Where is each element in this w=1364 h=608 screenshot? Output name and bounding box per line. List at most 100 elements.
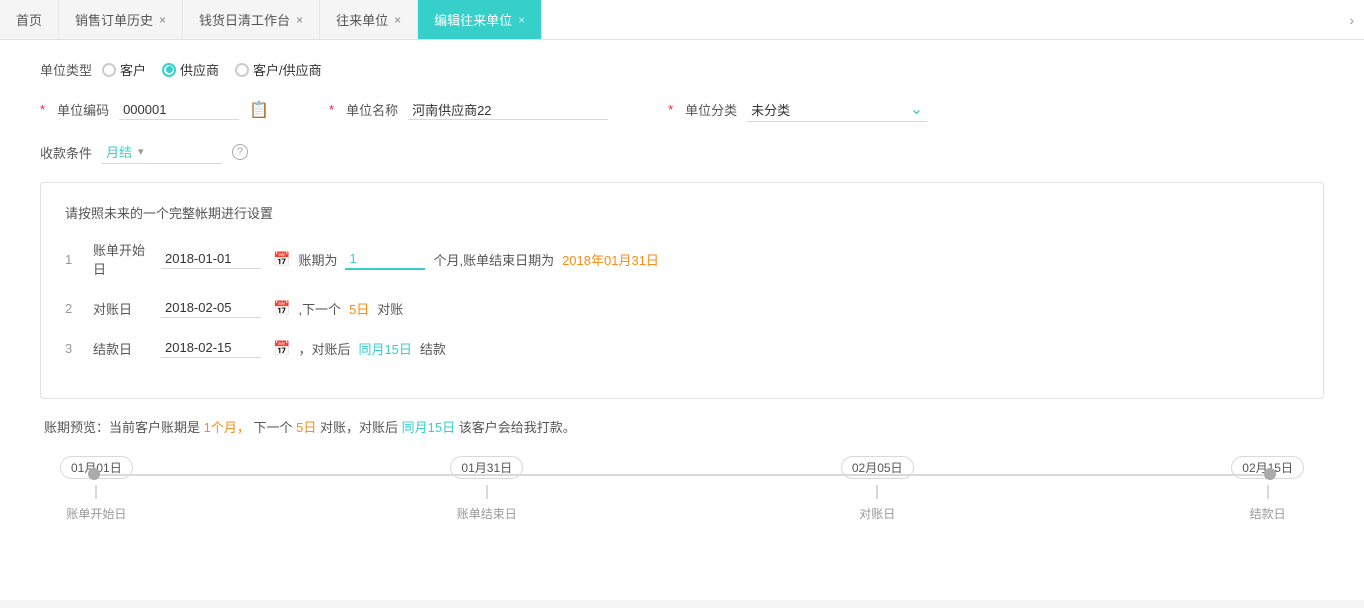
tab-sales-history-label: 销售订单历史 (75, 10, 153, 29)
period-row-2: 2 对账日 📅 ,下一个 5日 对账 (65, 298, 1299, 318)
unit-type-label: 单位类型 (40, 60, 92, 79)
tab-edit-unit-label: 编辑往来单位 (434, 10, 512, 29)
period-row-3-highlight: 同月15日 (358, 339, 411, 358)
timeline-points: 01月01日 账单开始日 01月31日 账单结束日 02月05日 对账日 02月… (60, 456, 1304, 522)
tab-chevron[interactable]: › (1339, 0, 1364, 39)
payment-condition-help-icon[interactable]: ? (232, 144, 248, 160)
payment-condition-row: 收款条件 月结 ▾ ? (40, 140, 1324, 164)
name-required: * (329, 102, 334, 117)
main-content: 单位类型 客户 供应商 客户/供应商 * 单位编码 📋 * (0, 40, 1364, 600)
tab-unit[interactable]: 往来单位 × (320, 0, 418, 39)
unit-code-doc-icon[interactable]: 📋 (249, 100, 269, 120)
preview-part2-suffix: 对账，对账后 (320, 420, 398, 435)
radio-both-circle (235, 63, 249, 77)
period-row-2-highlight: 5日 (349, 299, 369, 318)
tab-cash-work[interactable]: 钱货日清工作台 × (183, 0, 320, 39)
preview-part2-prefix: 下一个 (254, 420, 293, 435)
period-row-2-num: 2 (65, 301, 85, 316)
timeline-point-3: 02月15日 结款日 (1231, 456, 1304, 522)
tab-edit-unit-close[interactable]: × (518, 13, 525, 27)
unit-code-label: 单位编码 (57, 100, 109, 119)
period-row-3-label: 结款日 (93, 339, 153, 358)
timeline-left-end (88, 468, 100, 480)
timeline-container: 01月01日 账单开始日 01月31日 账单结束日 02月05日 对账日 02月… (40, 456, 1324, 522)
timeline-label-3: 结款日 (1250, 505, 1286, 522)
unit-category-value: 未分类 (751, 100, 906, 119)
period-row-3-date-input[interactable] (161, 338, 261, 358)
period-row-3-prefix: ，对账后 (298, 339, 350, 358)
radio-supplier-circle (162, 63, 176, 77)
radio-customer[interactable]: 客户 (102, 60, 146, 79)
preview-part3-highlight: 同月15日 (402, 420, 455, 435)
period-setting-box: 请按照未来的一个完整帐期进行设置 1 账单开始日 📅 账期为 个月,账单结束日期… (40, 182, 1324, 399)
radio-customer-label: 客户 (120, 60, 146, 79)
period-row-2-suffix: 对账 (377, 299, 403, 318)
tab-sales-history-close[interactable]: × (159, 13, 166, 27)
timeline-point-1: 01月31日 账单结束日 (450, 456, 523, 522)
payment-condition-arrow-icon: ▾ (138, 145, 144, 158)
timeline-right-end (1264, 468, 1276, 480)
unit-type-radio-group: 客户 供应商 客户/供应商 (102, 60, 322, 79)
preview-label: 账期预览：当前客户账期是 (44, 420, 200, 435)
period-row-2-label: 对账日 (93, 299, 153, 318)
tab-bar: 首页 销售订单历史 × 钱货日清工作台 × 往来单位 × 编辑往来单位 × › (0, 0, 1364, 40)
period-row-3-cal-icon[interactable]: 📅 (273, 340, 290, 357)
unit-category-label: 单位分类 (685, 100, 737, 119)
tab-homepage[interactable]: 首页 (0, 0, 59, 39)
radio-both-label: 客户/供应商 (253, 60, 322, 79)
radio-both[interactable]: 客户/供应商 (235, 60, 322, 79)
period-row-1-label: 账单开始日 (93, 240, 153, 278)
period-row-1-unit: 个月,账单结束日期为 (433, 250, 554, 269)
unit-category-select[interactable]: 未分类 ⌄ (747, 97, 927, 122)
unit-code-input[interactable] (119, 100, 239, 120)
period-row-3-suffix: 结款 (420, 339, 446, 358)
tab-cash-work-label: 钱货日清工作台 (199, 10, 290, 29)
radio-customer-circle (102, 63, 116, 77)
preview-part2-highlight: 5日 (296, 420, 316, 435)
unit-category-arrow-icon: ⌄ (910, 99, 923, 119)
radio-supplier[interactable]: 供应商 (162, 60, 219, 79)
timeline-line (100, 474, 1264, 476)
payment-condition-value: 月结 (106, 142, 132, 161)
unit-name-input[interactable] (408, 100, 608, 120)
timeline-tick-3 (1267, 485, 1269, 499)
period-row-2-date-input[interactable] (161, 298, 261, 318)
category-required: * (668, 102, 673, 117)
preview-part1: 1个月， (204, 420, 250, 435)
timeline-point-2: 02月05日 对账日 (841, 456, 914, 522)
tab-homepage-label: 首页 (16, 10, 42, 29)
period-row-1-num: 1 (65, 252, 85, 267)
period-row-1-date-input[interactable] (161, 249, 261, 269)
period-row-3: 3 结款日 📅 ，对账后 同月15日 结款 (65, 338, 1299, 358)
unit-name-label: 单位名称 (346, 100, 398, 119)
timeline-point-0: 01月01日 账单开始日 (60, 456, 133, 522)
unit-code-field-group: 📋 (119, 100, 269, 120)
timeline-tick-2 (876, 485, 878, 499)
payment-condition-dropdown[interactable]: 月结 ▾ (102, 140, 222, 164)
tab-unit-label: 往来单位 (336, 10, 388, 29)
period-row-2-cal-icon[interactable]: 📅 (273, 300, 290, 317)
timeline-label-1: 账单结束日 (457, 505, 517, 522)
period-value-input[interactable] (345, 249, 425, 270)
tab-cash-work-close[interactable]: × (296, 13, 303, 27)
tab-unit-close[interactable]: × (394, 13, 401, 27)
timeline-tick-0 (95, 485, 97, 499)
period-row-1-cal-icon[interactable]: 📅 (273, 251, 290, 268)
code-required: * (40, 102, 45, 117)
period-row-2-prefix: ,下一个 (298, 299, 341, 318)
timeline-tick-1 (486, 485, 488, 499)
timeline-label-2: 对账日 (859, 505, 895, 522)
tab-edit-unit[interactable]: 编辑往来单位 × (418, 0, 542, 39)
unit-type-row: 单位类型 客户 供应商 客户/供应商 (40, 60, 1324, 79)
period-row-1: 1 账单开始日 📅 账期为 个月,账单结束日期为 2018年01月31日 (65, 240, 1299, 278)
period-box-title: 请按照未来的一个完整帐期进行设置 (65, 203, 1299, 222)
code-name-category-row: * 单位编码 📋 * 单位名称 * 单位分类 未分类 ⌄ (40, 97, 1324, 122)
timeline-label-0: 账单开始日 (66, 505, 126, 522)
period-row-1-highlight: 2018年01月31日 (562, 250, 659, 269)
payment-condition-label: 收款条件 (40, 143, 92, 162)
tab-sales-history[interactable]: 销售订单历史 × (59, 0, 183, 39)
account-preview: 账期预览：当前客户账期是 1个月， 下一个 5日 对账，对账后 同月15日 该客… (40, 417, 1324, 436)
period-row-1-suffix: 账期为 (298, 250, 337, 269)
radio-supplier-label: 供应商 (180, 60, 219, 79)
preview-part3-suffix: 该客户会给我打款。 (459, 420, 576, 435)
